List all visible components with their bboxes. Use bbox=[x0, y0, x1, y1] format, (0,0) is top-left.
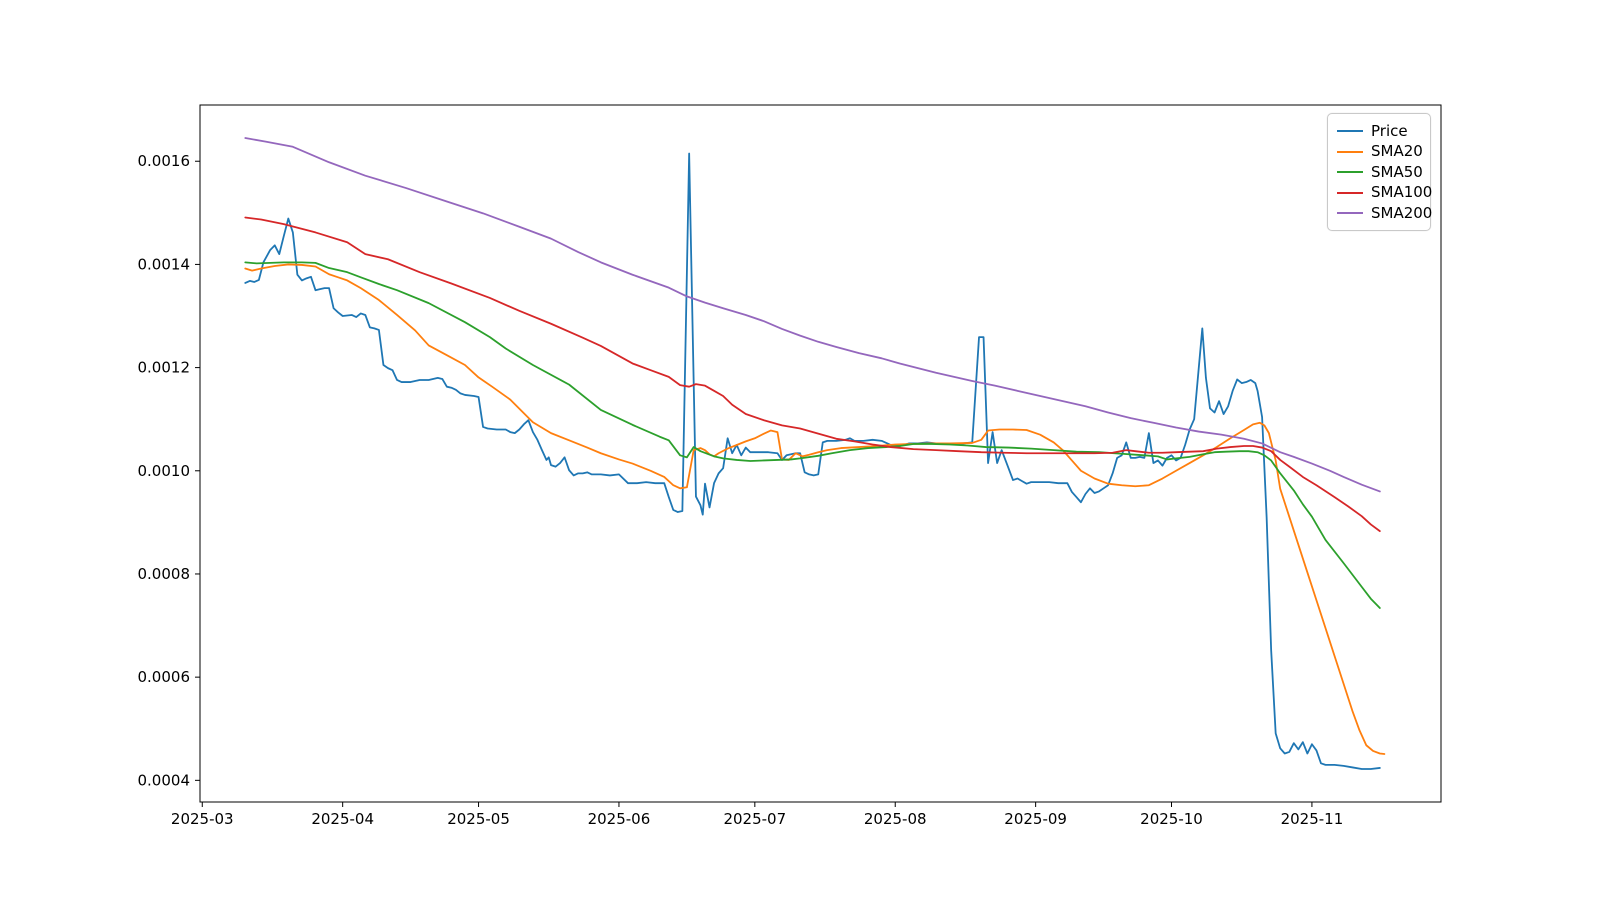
legend: Price SMA20 SMA50 SMA100 SMA200 bbox=[1327, 113, 1432, 231]
series-line-sma50 bbox=[244, 261, 1381, 609]
x-tick-label: 2025-06 bbox=[588, 810, 651, 828]
legend-label: SMA200 bbox=[1371, 203, 1433, 222]
legend-line-swatch bbox=[1337, 130, 1363, 133]
y-tick-label: 0.0012 bbox=[138, 359, 191, 377]
x-tick-label: 2025-03 bbox=[171, 810, 234, 828]
y-tick-label: 0.0008 bbox=[138, 565, 191, 583]
legend-line-swatch bbox=[1337, 171, 1363, 174]
x-tick-label: 2025-04 bbox=[311, 810, 374, 828]
x-tick-label: 2025-05 bbox=[447, 810, 510, 828]
legend-label: SMA20 bbox=[1371, 142, 1423, 161]
y-tick-label: 0.0006 bbox=[138, 668, 191, 686]
legend-entry-sma200: SMA200 bbox=[1337, 203, 1432, 224]
legend-label: Price bbox=[1371, 121, 1408, 140]
series-line-sma20 bbox=[244, 263, 1386, 755]
legend-entry-sma100: SMA100 bbox=[1337, 183, 1432, 204]
legend-entry-price: Price bbox=[1337, 121, 1421, 142]
chart-figure: 2025-03 2025-04 2025-05 2025-06 2025-07 2025-… bbox=[0, 0, 1600, 900]
legend-entry-sma20: SMA20 bbox=[1337, 142, 1423, 163]
series-line-sma200 bbox=[244, 137, 1381, 493]
legend-label: SMA50 bbox=[1371, 162, 1423, 181]
x-tick-label: 2025-10 bbox=[1140, 810, 1203, 828]
series-line-sma100 bbox=[244, 216, 1381, 533]
x-tick-label: 2025-09 bbox=[1004, 810, 1067, 828]
x-tick-label: 2025-07 bbox=[723, 810, 786, 828]
series-line-price bbox=[244, 152, 1381, 770]
x-tick-label: 2025-08 bbox=[864, 810, 927, 828]
y-tick-label: 0.0014 bbox=[138, 255, 191, 273]
y-tick-label: 0.0016 bbox=[138, 152, 191, 170]
legend-line-swatch bbox=[1337, 212, 1363, 215]
y-tick-label: 0.0010 bbox=[138, 462, 191, 480]
legend-entry-sma50: SMA50 bbox=[1337, 162, 1423, 183]
y-tick-label: 0.0004 bbox=[138, 771, 191, 789]
legend-label: SMA100 bbox=[1371, 183, 1433, 202]
legend-line-swatch bbox=[1337, 191, 1363, 194]
legend-line-swatch bbox=[1337, 150, 1363, 153]
x-tick-label: 2025-11 bbox=[1281, 810, 1344, 828]
